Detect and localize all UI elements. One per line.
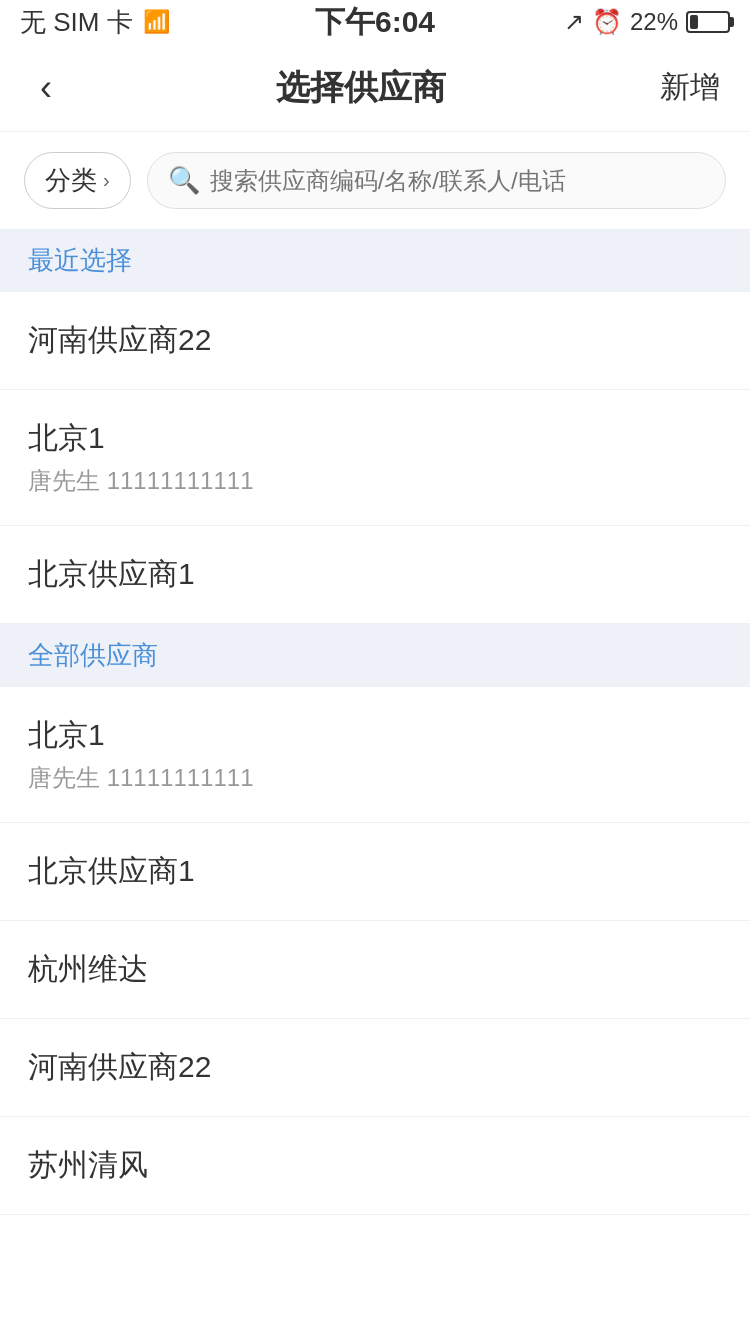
search-icon: 🔍 xyxy=(168,165,200,196)
battery-bar xyxy=(686,11,730,33)
no-sim-text: 无 SIM 卡 xyxy=(20,5,133,40)
item-name: 河南供应商22 xyxy=(28,1047,722,1088)
location-icon: ↗ xyxy=(564,8,584,36)
item-name: 北京1 xyxy=(28,715,722,756)
item-name: 河南供应商22 xyxy=(28,320,722,361)
list-item[interactable]: 河南供应商22 xyxy=(0,1019,750,1117)
battery-percent: 22% xyxy=(630,8,678,36)
recent-items-list: 河南供应商22 北京1 唐先生 11111111111 北京供应商1 xyxy=(0,292,750,624)
item-sub: 唐先生 11111111111 xyxy=(28,762,722,794)
item-name: 苏州清风 xyxy=(28,1145,722,1186)
back-button[interactable]: ‹ xyxy=(30,57,62,119)
page-title: 选择供应商 xyxy=(276,65,446,111)
nav-bar: ‹ 选择供应商 新增 xyxy=(0,44,750,132)
recent-section-header: 最近选择 xyxy=(0,229,750,292)
status-time: 下午6:04 xyxy=(315,2,435,43)
all-section-header: 全部供应商 xyxy=(0,624,750,687)
list-item[interactable]: 北京供应商1 xyxy=(0,526,750,624)
list-item[interactable]: 北京1 唐先生 11111111111 xyxy=(0,687,750,823)
status-left: 无 SIM 卡 📶 xyxy=(20,5,170,40)
status-bar: 无 SIM 卡 📶 下午6:04 ↗ ⏰ 22% xyxy=(0,0,750,44)
battery-fill xyxy=(690,15,698,29)
status-right: ↗ ⏰ 22% xyxy=(564,8,730,36)
category-label: 分类 xyxy=(45,163,97,198)
chevron-right-icon: › xyxy=(103,169,110,192)
list-item[interactable]: 北京供应商1 xyxy=(0,823,750,921)
list-item[interactable]: 河南供应商22 xyxy=(0,292,750,390)
item-name: 北京供应商1 xyxy=(28,851,722,892)
alarm-icon: ⏰ xyxy=(592,8,622,36)
item-name: 北京1 xyxy=(28,418,722,459)
category-button[interactable]: 分类 › xyxy=(24,152,131,209)
item-sub: 唐先生 11111111111 xyxy=(28,465,722,497)
add-button[interactable]: 新增 xyxy=(660,67,720,108)
recent-section-label: 最近选择 xyxy=(28,245,132,275)
all-section-label: 全部供应商 xyxy=(28,640,158,670)
list-item[interactable]: 杭州维达 xyxy=(0,921,750,1019)
item-name: 北京供应商1 xyxy=(28,554,722,595)
item-name: 杭州维达 xyxy=(28,949,722,990)
search-input[interactable] xyxy=(210,167,705,195)
wifi-icon: 📶 xyxy=(143,9,170,35)
filter-bar: 分类 › 🔍 xyxy=(0,132,750,229)
list-item[interactable]: 苏州清风 xyxy=(0,1117,750,1215)
all-items-list: 北京1 唐先生 11111111111 北京供应商1 杭州维达河南供应商22 苏州清风 xyxy=(0,687,750,1215)
list-item[interactable]: 北京1 唐先生 11111111111 xyxy=(0,390,750,526)
search-box[interactable]: 🔍 xyxy=(147,152,726,209)
